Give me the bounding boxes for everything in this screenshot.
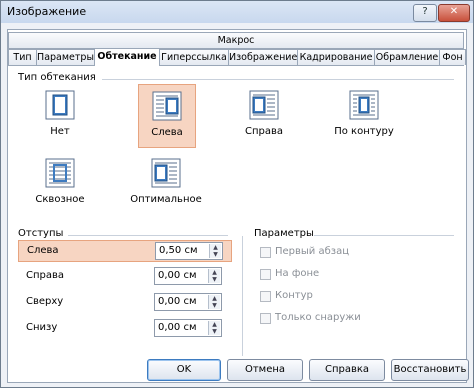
spacing-left-label: Слева [27,245,59,256]
spin-arrows-icon[interactable]: ▲ ▼ [208,295,220,309]
params-section-rule [314,235,454,236]
spacing-right-input[interactable]: 0,00 см ▲ ▼ [154,267,222,285]
checkbox-box [260,291,271,302]
spin-arrows-icon[interactable]: ▲ ▼ [208,321,220,335]
title-bar: Изображение ? ✕ [1,1,473,23]
tab-row-1: Макрос [8,32,464,49]
wrap-left-icon [152,91,182,121]
wrap-none-icon [45,90,75,120]
wrap-section-rule [102,79,454,80]
wrap-option-label: Оптимальное [130,194,202,205]
window-title: Изображение [7,5,87,18]
wrap-option-label: Слева [151,127,183,138]
checkbox-label: На фоне [275,268,320,279]
checkbox-box [260,269,271,280]
wrap-contour-icon [349,90,379,120]
spacing-section-title: Отступы [18,228,64,239]
wrap-through-icon [45,158,75,188]
wrap-section-title: Тип обтекания [18,72,96,83]
spin-arrows-icon[interactable]: ▲ ▼ [208,269,220,283]
wrap-option-label: Нет [50,126,70,137]
help-button[interactable]: Справка [309,359,385,381]
spacing-left-input[interactable]: 0,50 см ▲ ▼ [155,242,223,260]
wrap-option-contour[interactable]: По контуру [334,84,394,146]
params-section-title: Параметры [254,228,314,239]
checkbox-label: Только снаружи [275,312,361,323]
checkbox-label: Контур [275,290,313,301]
image-dialog: Изображение ? ✕ Макрос Тип Параметры Обт… [0,0,474,388]
spacing-bottom-label: Снизу [26,322,58,333]
dialog-body: Макрос Тип Параметры Обтекание Гиперссыл… [7,29,467,383]
wrap-option-through[interactable]: Сквозное [32,152,88,214]
spacing-top-row: Сверху 0,00 см ▲ ▼ [18,292,230,312]
wrap-option-label: По контуру [334,126,394,137]
tab-row-2: Тип Параметры Обтекание Гиперссылка Изоб… [8,48,466,66]
tab-crop[interactable]: Кадрирование [297,49,375,65]
spacing-bottom-value: 0,00 см [158,322,197,333]
close-icon[interactable]: ✕ [438,4,470,22]
spacing-top-label: Сверху [26,296,64,307]
spacing-bottom-input[interactable]: 0,00 см ▲ ▼ [154,319,222,337]
wrap-option-optimal[interactable]: Оптимальное [130,152,202,214]
tab-background[interactable]: Фон [439,49,466,65]
spacing-bottom-row: Снизу 0,00 см ▲ ▼ [18,318,230,338]
spacing-right-label: Справа [26,270,65,281]
cancel-button[interactable]: Отмена [227,359,303,381]
wrap-optimal-icon [151,158,181,188]
checkbox-box [260,313,271,324]
wrap-option-label: Сквозное [35,194,85,205]
spacing-right-value: 0,00 см [158,270,197,281]
section-divider [242,236,243,356]
spacing-left-row: Слева 0,50 см ▲ ▼ [18,240,232,262]
help-icon[interactable]: ? [413,4,437,22]
ok-button[interactable]: OK [147,359,221,381]
tab-type[interactable]: Тип [8,49,37,65]
tab-image[interactable]: Изображение [228,49,298,65]
checkbox-box [260,247,271,258]
wrap-option-label: Справа [244,126,284,137]
wrap-right-icon [249,90,279,120]
tab-macros[interactable]: Макрос [8,32,464,48]
wrap-option-right[interactable]: Справа [236,84,292,146]
tab-wrap[interactable]: Обтекание [94,48,160,66]
spacing-top-value: 0,00 см [158,296,197,307]
spacing-left-value: 0,50 см [159,245,198,256]
tab-hyperlink[interactable]: Гиперссылка [159,49,229,65]
tab-options[interactable]: Параметры [36,49,95,65]
checkbox-label: Первый абзац [275,246,350,257]
spin-arrows-icon[interactable]: ▲ ▼ [209,244,221,258]
reset-button[interactable]: Восстановить [391,359,469,381]
wrap-panel: Тип обтекания Нет Слева Справа По контур… [10,70,462,356]
spacing-section-rule [68,235,228,236]
spacing-right-row: Справа 0,00 см ▲ ▼ [18,266,230,286]
tab-borders[interactable]: Обрамление [374,49,440,65]
spacing-top-input[interactable]: 0,00 см ▲ ▼ [154,293,222,311]
wrap-option-left[interactable]: Слева [138,84,196,148]
wrap-option-none[interactable]: Нет [32,84,88,146]
